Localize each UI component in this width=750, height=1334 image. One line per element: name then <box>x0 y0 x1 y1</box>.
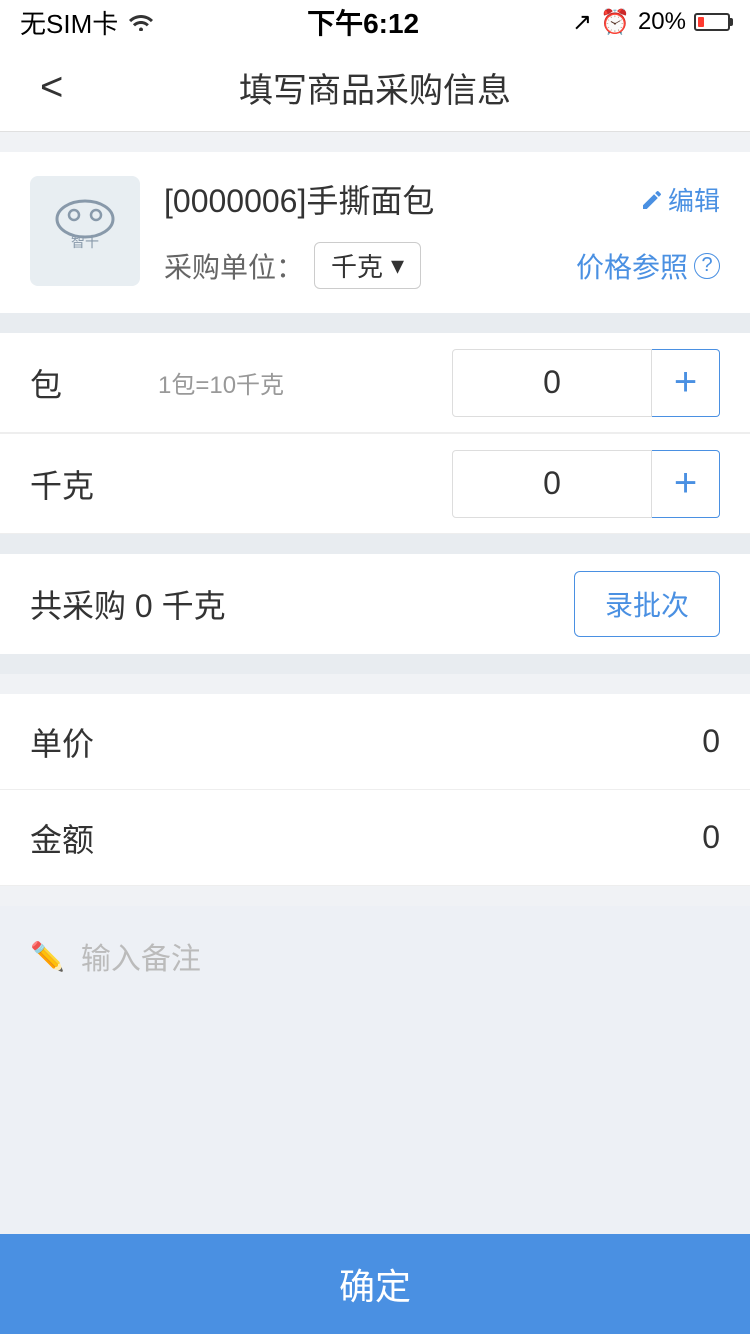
section-divider-2 <box>0 534 750 554</box>
unit-price-label: 单价 <box>30 719 94 765</box>
battery-icon <box>694 13 730 31</box>
carrier-text: 无SIM卡 <box>20 4 118 41</box>
svg-text:智十: 智十 <box>71 234 99 250</box>
purchase-unit-label: 采购单位： <box>164 246 304 286</box>
note-placeholder: 输入备注 <box>81 934 201 978</box>
section-divider-1 <box>0 313 750 333</box>
bag-plus-button[interactable]: + <box>652 349 720 417</box>
kg-plus-button[interactable]: + <box>652 450 720 518</box>
amount-value: 0 <box>702 819 720 856</box>
product-card: 智十 [0000006]手撕面包 编辑 采购单位： 千克 ▾ 价格参照 <box>0 152 750 313</box>
kg-input-right: + <box>452 450 720 518</box>
location-icon: ↗ <box>572 8 592 37</box>
page-title: 填写商品采购信息 <box>239 63 511 112</box>
purchase-unit-row: 采购单位： 千克 ▾ 价格参照 ? <box>164 242 720 289</box>
unit-price-row: 单价 0 <box>0 694 750 790</box>
kg-input-section: 千克 + <box>0 434 750 534</box>
bag-sublabel: 1包=10千克 <box>158 365 284 400</box>
status-left: 无SIM卡 <box>20 4 154 41</box>
status-right: ↗ ⏰ 20% <box>572 8 730 37</box>
back-button[interactable]: < <box>30 55 73 120</box>
status-time: 下午6:12 <box>307 2 419 42</box>
bag-input-right: + <box>452 349 720 417</box>
kg-label: 千克 <box>30 461 150 507</box>
bag-input-row: 包 1包=10千克 + <box>0 333 750 433</box>
summary-text: 共采购 0 千克 <box>30 581 226 627</box>
kg-input-row: 千克 + <box>0 434 750 534</box>
product-logo: 智十 <box>50 197 120 265</box>
bag-label: 包 <box>30 360 150 406</box>
product-name-row: [0000006]手撕面包 编辑 <box>164 176 720 222</box>
product-name: [0000006]手撕面包 <box>164 176 434 222</box>
price-ref-button[interactable]: 价格参照 ? <box>576 246 720 286</box>
unit-select[interactable]: 千克 ▾ <box>314 242 421 289</box>
summary-row: 共采购 0 千克 录批次 <box>0 554 750 654</box>
note-section[interactable]: ✏️ 输入备注 <box>0 906 750 1006</box>
amount-row: 金额 0 <box>0 790 750 886</box>
section-divider-3 <box>0 654 750 674</box>
wifi-icon <box>128 7 154 38</box>
confirm-button[interactable]: 确定 <box>0 1234 750 1334</box>
product-image: 智十 <box>30 176 140 286</box>
price-section: 单价 0 金额 0 <box>0 694 750 886</box>
price-ref-icon: ? <box>694 253 720 279</box>
status-bar: 无SIM卡 下午6:12 ↗ ⏰ 20% <box>0 0 750 44</box>
amount-label: 金额 <box>30 815 94 861</box>
chevron-down-icon: ▾ <box>391 250 404 281</box>
kg-input[interactable] <box>452 450 652 518</box>
nav-bar: < 填写商品采购信息 <box>0 44 750 132</box>
alarm-icon: ⏰ <box>600 8 630 37</box>
battery-text: 20% <box>638 8 686 36</box>
product-info: [0000006]手撕面包 编辑 采购单位： 千克 ▾ 价格参照 ? <box>164 176 720 289</box>
bag-input[interactable] <box>452 349 652 417</box>
edit-button[interactable]: 编辑 <box>640 181 720 218</box>
record-batch-button[interactable]: 录批次 <box>574 571 720 637</box>
pencil-icon: ✏️ <box>30 940 65 973</box>
bag-input-section: 包 1包=10千克 + <box>0 333 750 433</box>
unit-price-value: 0 <box>702 723 720 760</box>
